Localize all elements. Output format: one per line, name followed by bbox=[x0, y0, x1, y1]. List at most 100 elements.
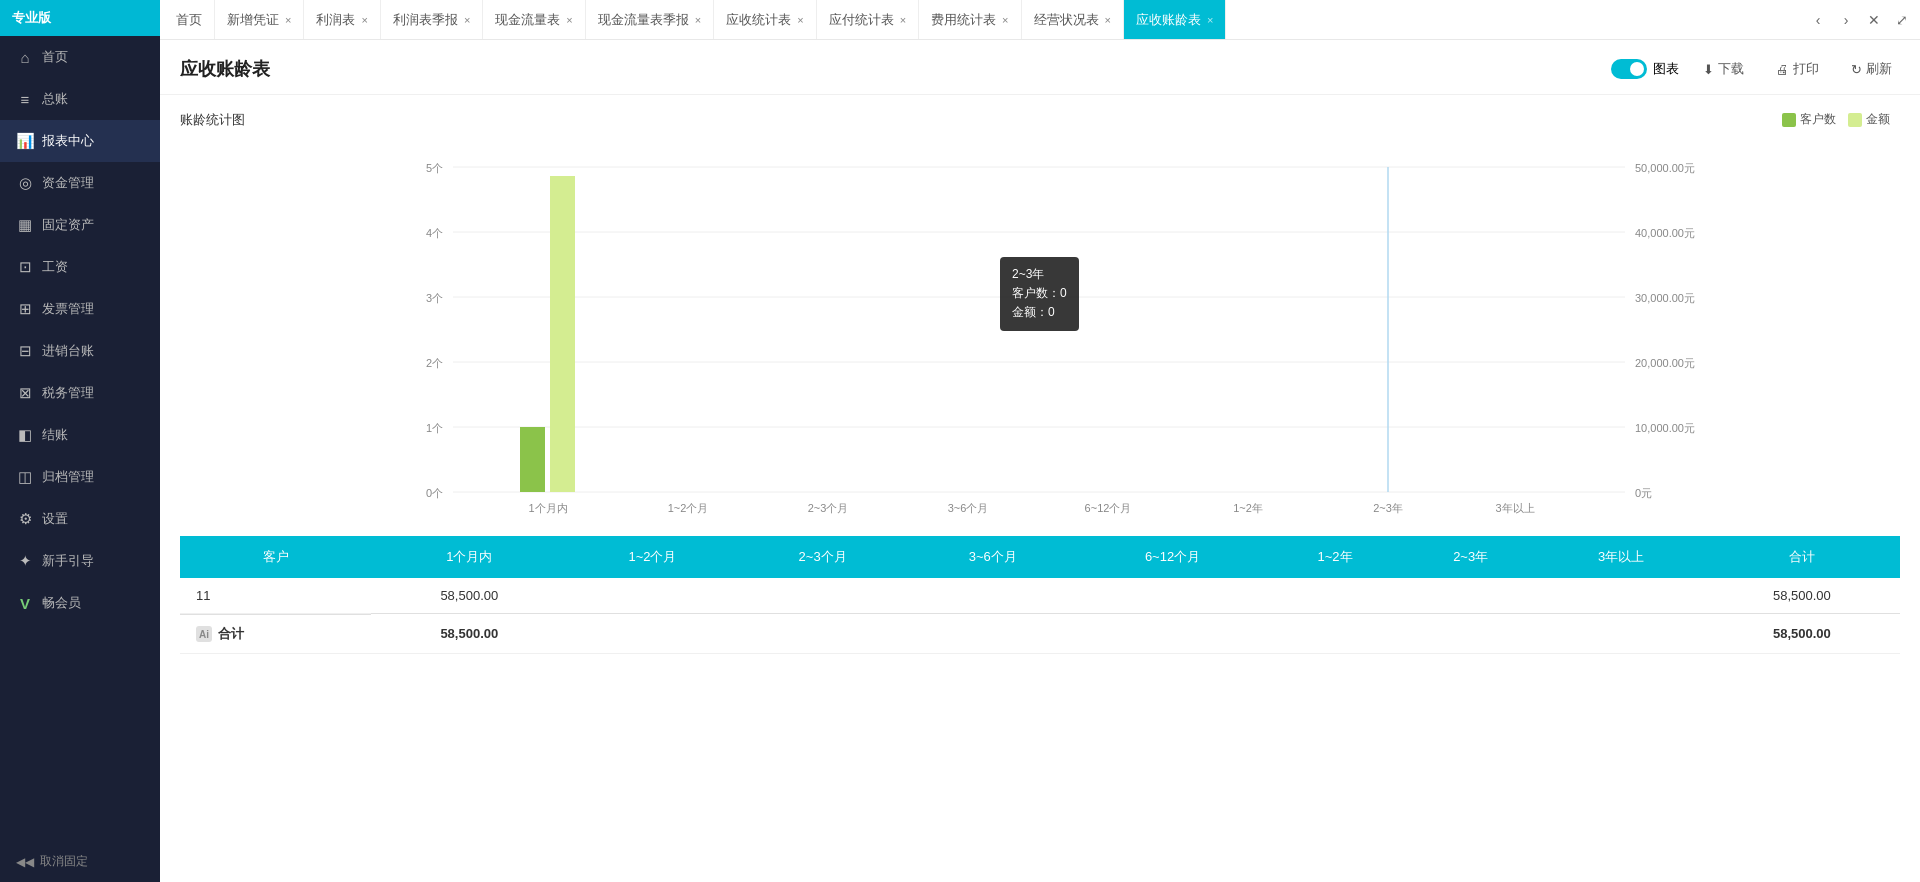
tab-operation[interactable]: 经营状况表 × bbox=[1022, 0, 1124, 40]
refresh-label: 刷新 bbox=[1866, 60, 1892, 78]
table-header: 客户 1个月内 1~2个月 2~3个月 3~6个月 6~12个月 1~2年 2~… bbox=[180, 536, 1900, 578]
download-btn[interactable]: ⬇ 下载 bbox=[1695, 56, 1752, 82]
col-ymore: 3年以上 bbox=[1538, 536, 1703, 578]
tab-voucher-close[interactable]: × bbox=[285, 14, 291, 26]
tab-home-label: 首页 bbox=[176, 11, 202, 29]
cell-ymore bbox=[1538, 578, 1703, 614]
sidebar-pin-toggle[interactable]: ◀◀ 取消固定 bbox=[0, 841, 160, 882]
tax-icon: ⊠ bbox=[16, 384, 34, 402]
sidebar-label-funds: 资金管理 bbox=[42, 174, 94, 192]
sidebar-item-assets[interactable]: ▦ 固定资产 bbox=[0, 204, 160, 246]
svg-text:2~3年: 2~3年 bbox=[1373, 502, 1403, 514]
sidebar-item-ledger[interactable]: ≡ 总账 bbox=[0, 78, 160, 120]
cell-y2 bbox=[1267, 578, 1403, 614]
tab-payable-stat-close[interactable]: × bbox=[900, 14, 906, 26]
tab-home[interactable]: 首页 bbox=[164, 0, 215, 40]
cell-customer: 11 bbox=[180, 578, 371, 614]
cell-m6 bbox=[908, 578, 1078, 614]
tab-profit-quarterly[interactable]: 利润表季报 × bbox=[381, 0, 483, 40]
page-header: 应收账龄表 图表 ⬇ 下载 🖨 打印 ↻ 刷新 bbox=[160, 40, 1920, 95]
print-icon: 🖨 bbox=[1776, 62, 1789, 77]
tab-expense-stat-label: 费用统计表 bbox=[931, 11, 996, 29]
tab-receivable-stat-close[interactable]: × bbox=[797, 14, 803, 26]
sidebar-item-home[interactable]: ⌂ 首页 bbox=[0, 36, 160, 78]
svg-text:2个: 2个 bbox=[426, 357, 443, 369]
tab-bar-inner: 首页 新增凭证 × 利润表 × 利润表季报 × 现金流量表 × 现金流量表季报 … bbox=[164, 0, 1804, 40]
sidebar: 专业版 ⌂ 首页 ≡ 总账 📊 报表中心 ◎ 资金管理 ▦ 固定资产 ⊡ 工资 … bbox=[0, 0, 160, 882]
sidebar-label-ledger: 总账 bbox=[42, 90, 68, 108]
tab-expense-stat-close[interactable]: × bbox=[1002, 14, 1008, 26]
svg-text:40,000.00元: 40,000.00元 bbox=[1635, 227, 1695, 239]
tab-expense-stat[interactable]: 费用统计表 × bbox=[919, 0, 1021, 40]
total-label: 合计 bbox=[218, 625, 244, 643]
home-icon: ⌂ bbox=[16, 49, 34, 66]
tab-close-all[interactable]: ✕ bbox=[1860, 6, 1888, 34]
total-y2 bbox=[1267, 614, 1403, 654]
sidebar-item-reports[interactable]: 📊 报表中心 bbox=[0, 120, 160, 162]
svg-text:3~6个月: 3~6个月 bbox=[948, 502, 989, 514]
bar-count-1[interactable] bbox=[520, 427, 545, 492]
pin-icon: ◀◀ bbox=[16, 855, 34, 869]
total-m3 bbox=[738, 614, 908, 654]
tab-profit[interactable]: 利润表 × bbox=[304, 0, 380, 40]
tab-profit-quarterly-close[interactable]: × bbox=[464, 14, 470, 26]
col-m6: 3~6个月 bbox=[908, 536, 1078, 578]
tab-scroll-left[interactable]: ‹ bbox=[1804, 6, 1832, 34]
tab-cashflow-close[interactable]: × bbox=[566, 14, 572, 26]
data-table: 客户 1个月内 1~2个月 2~3个月 3~6个月 6~12个月 1~2年 2~… bbox=[180, 536, 1900, 654]
tab-payable-stat[interactable]: 应付统计表 × bbox=[817, 0, 919, 40]
tab-scroll-right[interactable]: › bbox=[1832, 6, 1860, 34]
legend-count-dot bbox=[1782, 113, 1796, 127]
svg-text:0元: 0元 bbox=[1635, 487, 1652, 499]
sidebar-item-invoice[interactable]: ⊞ 发票管理 bbox=[0, 288, 160, 330]
tab-voucher[interactable]: 新增凭证 × bbox=[215, 0, 304, 40]
svg-text:0个: 0个 bbox=[426, 487, 443, 499]
sidebar-item-closing[interactable]: ◧ 结账 bbox=[0, 414, 160, 456]
tab-receivable-stat[interactable]: 应收统计表 × bbox=[714, 0, 816, 40]
print-btn[interactable]: 🖨 打印 bbox=[1768, 56, 1827, 82]
funds-icon: ◎ bbox=[16, 174, 34, 192]
tab-operation-close[interactable]: × bbox=[1105, 14, 1111, 26]
page-title: 应收账龄表 bbox=[180, 57, 270, 81]
guide-icon: ✦ bbox=[16, 552, 34, 570]
sidebar-item-salary[interactable]: ⊡ 工资 bbox=[0, 246, 160, 288]
tab-cashflow-quarterly-close[interactable]: × bbox=[695, 14, 701, 26]
col-m1: 1个月内 bbox=[371, 536, 567, 578]
table-total-row: Ai 合计 58,500.00 58,500.00 bbox=[180, 614, 1900, 654]
tab-profit-close[interactable]: × bbox=[361, 14, 367, 26]
chart-svg: 0个 1个 2个 3个 4个 5个 0元 10,000.00元 20,000.0… bbox=[180, 137, 1900, 517]
tab-aging-label: 应收账龄表 bbox=[1136, 11, 1201, 29]
svg-text:1~2个月: 1~2个月 bbox=[668, 502, 709, 514]
total-total: 58,500.00 bbox=[1704, 614, 1900, 654]
sidebar-label-guide: 新手引导 bbox=[42, 552, 94, 570]
tab-voucher-label: 新增凭证 bbox=[227, 11, 279, 29]
tab-cashflow[interactable]: 现金流量表 × bbox=[483, 0, 585, 40]
sidebar-label-settings: 设置 bbox=[42, 510, 68, 528]
tab-aging-close[interactable]: × bbox=[1207, 14, 1213, 26]
sidebar-label-home: 首页 bbox=[42, 48, 68, 66]
tab-cashflow-quarterly[interactable]: 现金流量表季报 × bbox=[586, 0, 714, 40]
refresh-btn[interactable]: ↻ 刷新 bbox=[1843, 56, 1900, 82]
table-row: 11 58,500.00 58,500.00 bbox=[180, 578, 1900, 614]
sidebar-item-purchase[interactable]: ⊟ 进销台账 bbox=[0, 330, 160, 372]
sidebar-item-member[interactable]: V 畅会员 bbox=[0, 582, 160, 624]
chart-toggle[interactable] bbox=[1611, 59, 1647, 79]
col-total: 合计 bbox=[1704, 536, 1900, 578]
sidebar-item-funds[interactable]: ◎ 资金管理 bbox=[0, 162, 160, 204]
sidebar-item-tax[interactable]: ⊠ 税务管理 bbox=[0, 372, 160, 414]
total-m6 bbox=[908, 614, 1078, 654]
total-y3 bbox=[1403, 614, 1539, 654]
sidebar-logo: 专业版 bbox=[0, 0, 160, 36]
bar-amount-1[interactable] bbox=[550, 176, 575, 492]
total-icon: Ai bbox=[196, 626, 212, 642]
sidebar-label-purchase: 进销台账 bbox=[42, 342, 94, 360]
chart-svg-wrap: 0个 1个 2个 3个 4个 5个 0元 10,000.00元 20,000.0… bbox=[180, 137, 1900, 520]
tab-fullscreen[interactable]: ⤢ bbox=[1888, 6, 1916, 34]
tab-aging[interactable]: 应收账龄表 × bbox=[1124, 0, 1226, 40]
chart-toggle-label: 图表 bbox=[1653, 60, 1679, 78]
total-label-cell: Ai 合计 bbox=[180, 614, 371, 653]
sidebar-item-guide[interactable]: ✦ 新手引导 bbox=[0, 540, 160, 582]
sidebar-item-archive[interactable]: ◫ 归档管理 bbox=[0, 456, 160, 498]
cell-total: 58,500.00 bbox=[1704, 578, 1900, 614]
sidebar-item-settings[interactable]: ⚙ 设置 bbox=[0, 498, 160, 540]
